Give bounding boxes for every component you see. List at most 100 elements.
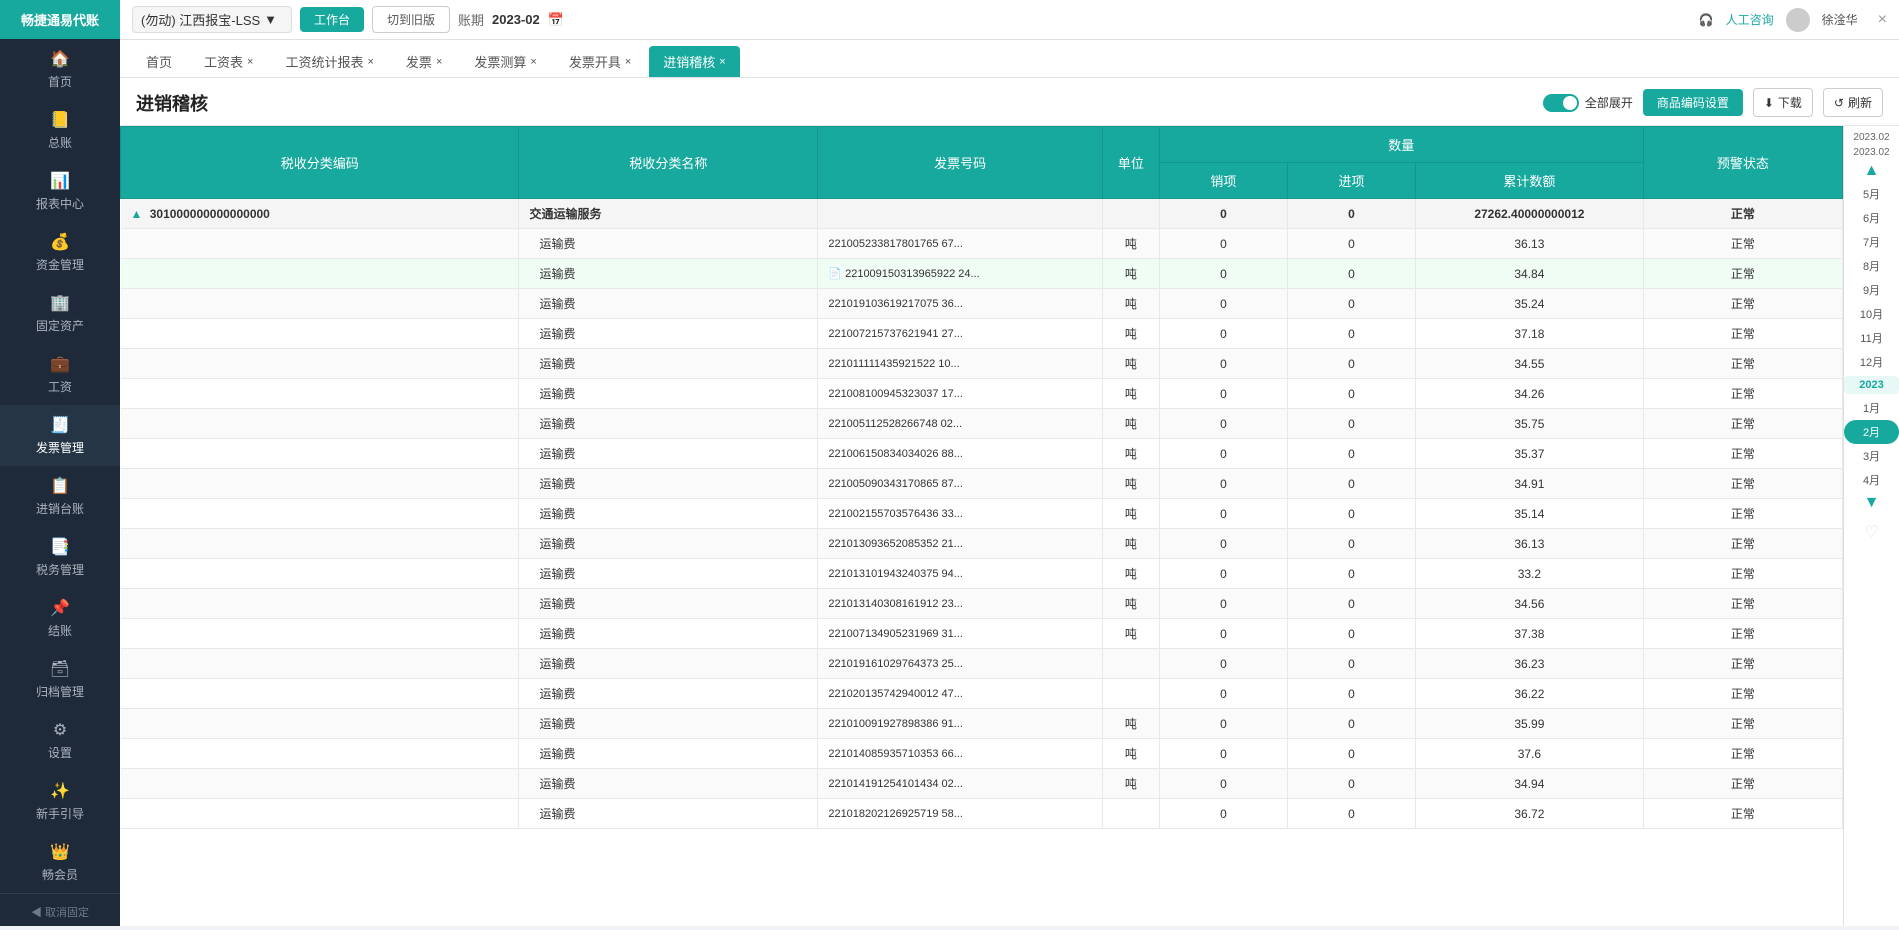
row-sales: 0 bbox=[1159, 439, 1287, 469]
sidebar-item-home[interactable]: 🏠 首页 bbox=[0, 39, 120, 100]
table-row[interactable]: 运输费 📄 221009150313965922 24... 吨 0 0 34.… bbox=[121, 259, 1843, 289]
topbar-right: 🎧 人工咨询 徐淦华 × bbox=[1699, 8, 1887, 32]
scroll-up-arrow[interactable]: ▲ bbox=[1862, 160, 1882, 182]
row-unit: 吨 bbox=[1102, 469, 1159, 499]
month-mar[interactable]: 3月 bbox=[1844, 444, 1899, 468]
tab-payroll-report-close[interactable]: × bbox=[367, 56, 373, 68]
table-row[interactable]: 运输费 221007215737621941 27... 吨 0 0 37.18… bbox=[121, 319, 1843, 349]
tab-invoice-calc[interactable]: 发票测算 × bbox=[460, 46, 550, 77]
row-total: 36.13 bbox=[1416, 229, 1644, 259]
tab-home[interactable]: 首页 bbox=[132, 46, 186, 77]
table-row[interactable]: 运输费 221018202126925719 58... 0 0 36.72 正… bbox=[121, 799, 1843, 829]
support-label[interactable]: 人工咨询 bbox=[1726, 11, 1774, 28]
sidebar-item-guide[interactable]: ✨ 新手引导 bbox=[0, 771, 120, 832]
sidebar-item-archive[interactable]: 🗃 归档管理 bbox=[0, 649, 120, 710]
table-row[interactable]: 运输费 221013093652085352 21... 吨 0 0 36.13… bbox=[121, 529, 1843, 559]
table-row[interactable]: 运输费 221002155703576436 33... 吨 0 0 35.14… bbox=[121, 499, 1843, 529]
tab-invoice-calc-close[interactable]: × bbox=[530, 56, 536, 68]
tab-payroll[interactable]: 工资表 × bbox=[190, 46, 267, 77]
month-aug[interactable]: 8月 bbox=[1844, 254, 1899, 278]
row-name: 运输费 bbox=[519, 289, 818, 319]
tab-invoice-issue[interactable]: 发票开具 × bbox=[555, 46, 645, 77]
tab-invoice-close[interactable]: × bbox=[436, 56, 442, 68]
th-code: 税收分类编码 bbox=[121, 127, 519, 199]
sidebar-item-finance[interactable]: 💰 资金管理 bbox=[0, 222, 120, 283]
row-code bbox=[121, 769, 519, 799]
row-status: 正常 bbox=[1643, 799, 1842, 829]
expand-toggle[interactable]: 全部展开 bbox=[1543, 94, 1633, 112]
download-button[interactable]: ⬇ 下载 bbox=[1753, 88, 1813, 117]
table-row[interactable]: 运输费 221014085935710353 66... 吨 0 0 37.6 … bbox=[121, 739, 1843, 769]
company-selector[interactable]: (勿动) 江西报宝-LSS ▼ bbox=[132, 6, 292, 33]
table-row[interactable]: 运输费 221019103619217075 36... 吨 0 0 35.24… bbox=[121, 289, 1843, 319]
table-row[interactable]: 运输费 221011111435921522 10... 吨 0 0 34.55… bbox=[121, 349, 1843, 379]
workspace-button[interactable]: 工作台 bbox=[300, 7, 364, 32]
table-row[interactable]: ▲ 301000000000000000 交通运输服务 0 0 27262.40… bbox=[121, 199, 1843, 229]
tab-invoice-issue-close[interactable]: × bbox=[625, 56, 631, 68]
month-dec[interactable]: 12月 bbox=[1844, 350, 1899, 374]
month-sep[interactable]: 9月 bbox=[1844, 278, 1899, 302]
table-row[interactable]: 运输费 221019161029764373 25... 0 0 36.23 正… bbox=[121, 649, 1843, 679]
sidebar-item-settings[interactable]: ⚙ 设置 bbox=[0, 710, 120, 771]
month-nov[interactable]: 11月 bbox=[1844, 326, 1899, 350]
scroll-down-arrow[interactable]: ▼ bbox=[1862, 492, 1882, 514]
sidebar-unpin[interactable]: ◀ 取消固定 bbox=[0, 893, 120, 930]
row-purchase: 0 bbox=[1287, 379, 1415, 409]
sidebar-item-invoice[interactable]: 🧾 发票管理 bbox=[0, 405, 120, 466]
row-purchase: 0 bbox=[1287, 289, 1415, 319]
expand-icon[interactable]: ▲ bbox=[131, 207, 143, 221]
period-label: 账期 bbox=[458, 10, 484, 29]
row-total: 37.6 bbox=[1416, 739, 1644, 769]
tab-payroll-report[interactable]: 工资统计报表 × bbox=[271, 46, 387, 77]
th-name: 税收分类名称 bbox=[519, 127, 818, 199]
row-status: 正常 bbox=[1643, 319, 1842, 349]
table-row[interactable]: 运输费 221005090343170865 87... 吨 0 0 34.91… bbox=[121, 469, 1843, 499]
topbar-close-icon[interactable]: × bbox=[1878, 11, 1887, 29]
table-row[interactable]: 运输费 221013140308161912 23... 吨 0 0 34.56… bbox=[121, 589, 1843, 619]
row-sales: 0 bbox=[1159, 229, 1287, 259]
month-apr[interactable]: 4月 bbox=[1844, 468, 1899, 492]
table-row[interactable]: 运输费 221020135742940012 47... 0 0 36.22 正… bbox=[121, 679, 1843, 709]
table-row[interactable]: 运输费 221006150834034026 88... 吨 0 0 35.37… bbox=[121, 439, 1843, 469]
row-code bbox=[121, 709, 519, 739]
row-purchase: 0 bbox=[1287, 739, 1415, 769]
row-unit: 吨 bbox=[1102, 289, 1159, 319]
month-may[interactable]: 5月 bbox=[1844, 182, 1899, 206]
tab-invoice[interactable]: 发票 × bbox=[392, 46, 456, 77]
sidebar-item-tax[interactable]: 📑 税务管理 bbox=[0, 527, 120, 588]
settings-button[interactable]: 商品编码设置 bbox=[1643, 89, 1743, 116]
month-feb[interactable]: 2月 bbox=[1844, 420, 1899, 444]
table-row[interactable]: 运输费 221005233817801765 67... 吨 0 0 36.13… bbox=[121, 229, 1843, 259]
row-purchase: 0 bbox=[1287, 319, 1415, 349]
switch-version-button[interactable]: 切到旧版 bbox=[372, 6, 450, 33]
sidebar-item-sales-ledger[interactable]: 📋 进销台账 bbox=[0, 466, 120, 527]
table-row[interactable]: 运输费 221008100945323037 17... 吨 0 0 34.26… bbox=[121, 379, 1843, 409]
archive-icon: 🗃 bbox=[50, 659, 70, 679]
row-total: 34.55 bbox=[1416, 349, 1644, 379]
sidebar-item-label: 首页 bbox=[48, 73, 72, 90]
refresh-button[interactable]: ↺ 刷新 bbox=[1823, 88, 1883, 117]
tab-sales-check[interactable]: 进销稽核 × bbox=[649, 46, 739, 77]
row-purchase: 0 bbox=[1287, 229, 1415, 259]
sidebar-item-reports[interactable]: 📊 报表中心 bbox=[0, 161, 120, 222]
sidebar-item-membership[interactable]: 👑 畅会员 bbox=[0, 832, 120, 893]
month-jul[interactable]: 7月 bbox=[1844, 230, 1899, 254]
sidebar-item-ledger[interactable]: 📒 总账 bbox=[0, 100, 120, 161]
month-jan[interactable]: 1月 bbox=[1844, 396, 1899, 420]
toggle-track[interactable] bbox=[1543, 94, 1579, 112]
table-row[interactable]: 运输费 221014191254101434 02... 吨 0 0 34.94… bbox=[121, 769, 1843, 799]
sidebar-item-payroll[interactable]: 💼 工资 bbox=[0, 344, 120, 405]
calendar-icon[interactable]: 📅 bbox=[548, 12, 564, 28]
table-row[interactable]: 运输费 221005112528266748 02... 吨 0 0 35.75… bbox=[121, 409, 1843, 439]
table-row[interactable]: 运输费 221010091927898386 91... 吨 0 0 35.99… bbox=[121, 709, 1843, 739]
month-jun[interactable]: 6月 bbox=[1844, 206, 1899, 230]
sidebar-item-close[interactable]: 📌 结账 bbox=[0, 588, 120, 649]
table-row[interactable]: 运输费 221007134905231969 31... 吨 0 0 37.38… bbox=[121, 619, 1843, 649]
sidebar-item-label: 工资 bbox=[48, 378, 72, 395]
tab-sales-check-close[interactable]: × bbox=[719, 56, 725, 68]
month-oct[interactable]: 10月 bbox=[1844, 302, 1899, 326]
sidebar-item-assets[interactable]: 🏢 固定资产 bbox=[0, 283, 120, 344]
row-purchase: 0 bbox=[1287, 469, 1415, 499]
table-row[interactable]: 运输费 221013101943240375 94... 吨 0 0 33.2 … bbox=[121, 559, 1843, 589]
tab-payroll-close[interactable]: × bbox=[247, 56, 253, 68]
